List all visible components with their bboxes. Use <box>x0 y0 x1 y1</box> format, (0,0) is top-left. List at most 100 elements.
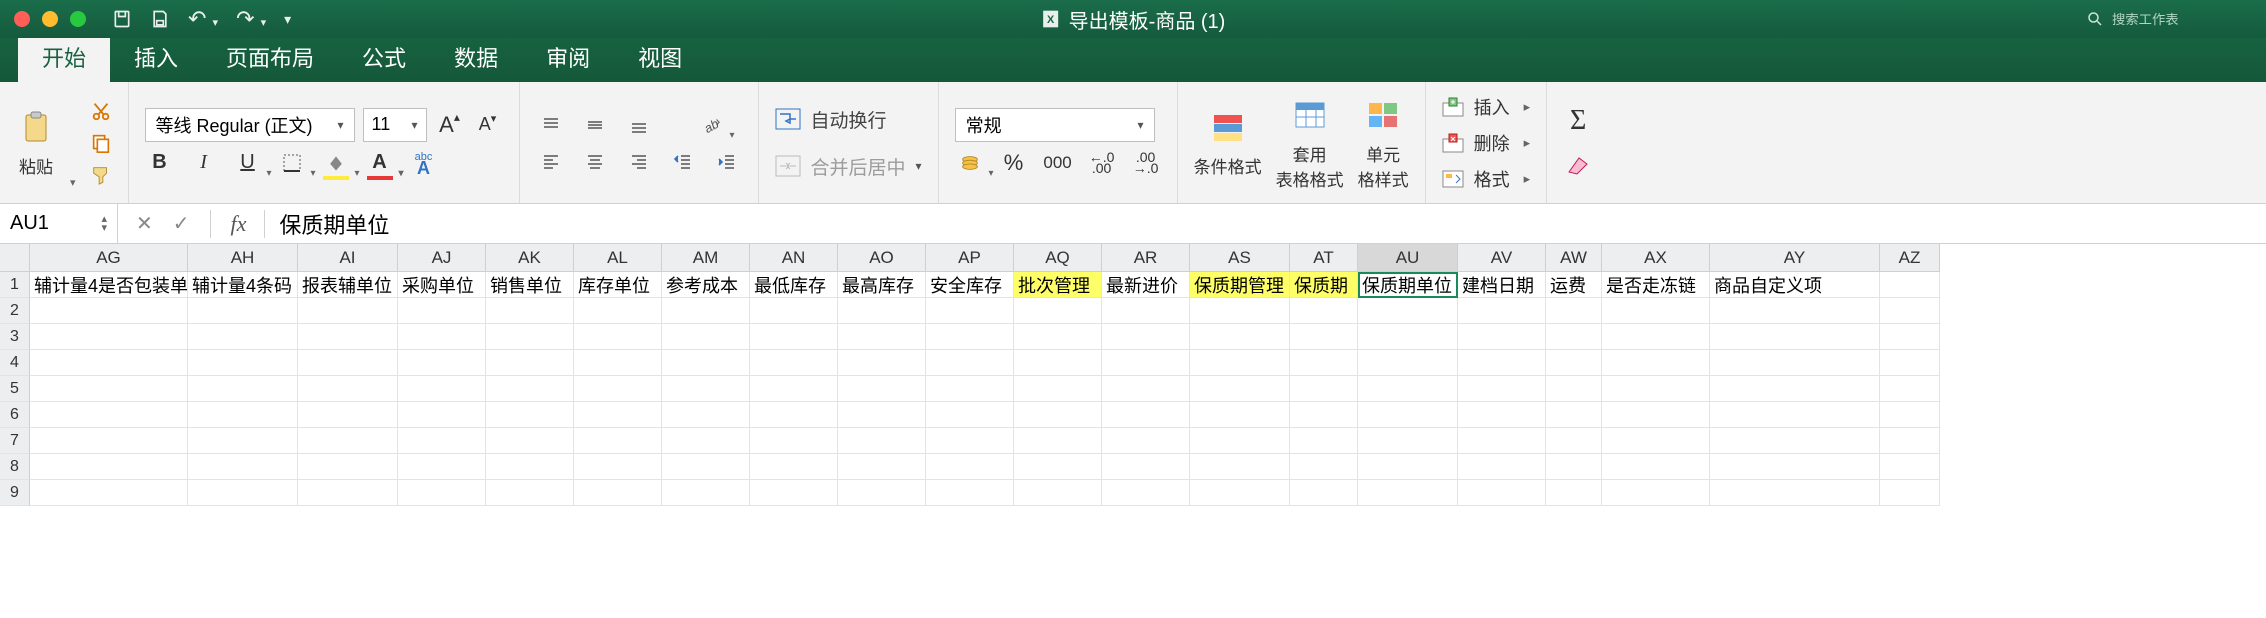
cell-AG9[interactable] <box>30 480 188 506</box>
cell-AP7[interactable] <box>926 428 1014 454</box>
col-header-AN[interactable]: AN <box>750 244 838 272</box>
cell-AL8[interactable] <box>574 454 662 480</box>
cell-AO4[interactable] <box>838 350 926 376</box>
cell-AR8[interactable] <box>1102 454 1190 480</box>
row-header-4[interactable]: 4 <box>0 350 30 376</box>
tab-review[interactable]: 审阅 <box>522 31 614 82</box>
cell-AX7[interactable] <box>1602 428 1710 454</box>
cell-AY8[interactable] <box>1710 454 1880 480</box>
cell-AH1[interactable]: 辅计量4条码 <box>188 272 298 298</box>
cell-AN2[interactable] <box>750 298 838 324</box>
cell-AG5[interactable] <box>30 376 188 402</box>
cell-AW3[interactable] <box>1546 324 1602 350</box>
cell-AH3[interactable] <box>188 324 298 350</box>
col-header-AY[interactable]: AY <box>1710 244 1880 272</box>
autosum-button[interactable]: Σ <box>1563 106 1593 136</box>
percent-format-button[interactable]: % <box>999 148 1029 178</box>
cell-styles-button[interactable]: 单元 格样式 <box>1358 95 1409 191</box>
cell-AN3[interactable] <box>750 324 838 350</box>
cell-AS9[interactable] <box>1190 480 1290 506</box>
cell-AS3[interactable] <box>1190 324 1290 350</box>
col-header-AQ[interactable]: AQ <box>1014 244 1102 272</box>
insert-cells-button[interactable]: 插入 <box>1442 94 1531 120</box>
cell-AJ2[interactable] <box>398 298 486 324</box>
cell-AP2[interactable] <box>926 298 1014 324</box>
cell-AX9[interactable] <box>1602 480 1710 506</box>
cell-AR6[interactable] <box>1102 402 1190 428</box>
cell-AY3[interactable] <box>1710 324 1880 350</box>
format-painter-icon[interactable] <box>90 164 112 186</box>
cell-AS4[interactable] <box>1190 350 1290 376</box>
col-header-AX[interactable]: AX <box>1602 244 1710 272</box>
format-cells-button[interactable]: 格式 <box>1442 166 1531 192</box>
cell-AS8[interactable] <box>1190 454 1290 480</box>
cell-AW2[interactable] <box>1546 298 1602 324</box>
maximize-button[interactable] <box>70 11 86 27</box>
cell-AU7[interactable] <box>1358 428 1458 454</box>
cell-AU9[interactable] <box>1358 480 1458 506</box>
cell-AO7[interactable] <box>838 428 926 454</box>
cell-AW8[interactable] <box>1546 454 1602 480</box>
cells-area[interactable]: 辅计量4是否包装单位辅计量4条码报表辅单位采购单位销售单位库存单位参考成本最低库… <box>30 272 2266 506</box>
merge-center-button[interactable]: 合并后居中 ▾ <box>775 153 922 180</box>
cell-AU2[interactable] <box>1358 298 1458 324</box>
cell-AQ2[interactable] <box>1014 298 1102 324</box>
cell-AT5[interactable] <box>1290 376 1358 402</box>
cell-AG4[interactable] <box>30 350 188 376</box>
cell-AW7[interactable] <box>1546 428 1602 454</box>
cancel-formula-button[interactable]: ✕ <box>136 211 153 236</box>
save-icon[interactable] <box>112 9 132 29</box>
cell-AT3[interactable] <box>1290 324 1358 350</box>
cell-AH6[interactable] <box>188 402 298 428</box>
cell-AZ7[interactable] <box>1880 428 1940 454</box>
row-header-1[interactable]: 1 <box>0 272 30 298</box>
cell-AG7[interactable] <box>30 428 188 454</box>
cell-AS7[interactable] <box>1190 428 1290 454</box>
col-header-AH[interactable]: AH <box>188 244 298 272</box>
increase-indent-button[interactable] <box>712 146 742 176</box>
cell-AV2[interactable] <box>1458 298 1546 324</box>
name-box[interactable]: AU1 ▴▾ <box>0 204 118 243</box>
cell-AM6[interactable] <box>662 402 750 428</box>
col-header-AS[interactable]: AS <box>1190 244 1290 272</box>
cell-AY1[interactable]: 商品自定义项 <box>1710 272 1880 298</box>
cell-AI6[interactable] <box>298 402 398 428</box>
cell-AY9[interactable] <box>1710 480 1880 506</box>
cell-AJ9[interactable] <box>398 480 486 506</box>
cell-AX2[interactable] <box>1602 298 1710 324</box>
cell-AT9[interactable] <box>1290 480 1358 506</box>
cell-AX8[interactable] <box>1602 454 1710 480</box>
format-as-table-button[interactable]: 套用 表格格式 <box>1276 95 1344 191</box>
cell-AP8[interactable] <box>926 454 1014 480</box>
cell-AQ7[interactable] <box>1014 428 1102 454</box>
cell-AL2[interactable] <box>574 298 662 324</box>
cell-AL4[interactable] <box>574 350 662 376</box>
cell-AG1[interactable]: 辅计量4是否包装单位 <box>30 272 188 298</box>
fill-color-button[interactable] <box>321 148 351 178</box>
col-header-AU[interactable]: AU <box>1358 244 1458 272</box>
tab-page-layout[interactable]: 页面布局 <box>202 31 338 82</box>
border-button[interactable] <box>277 148 307 178</box>
cell-AV7[interactable] <box>1458 428 1546 454</box>
increase-font-button[interactable]: A▴ <box>435 110 465 140</box>
cell-AX5[interactable] <box>1602 376 1710 402</box>
cell-AH5[interactable] <box>188 376 298 402</box>
cell-AU5[interactable] <box>1358 376 1458 402</box>
formula-input[interactable]: 保质期单位 <box>265 208 2266 240</box>
cell-AT8[interactable] <box>1290 454 1358 480</box>
cell-AM7[interactable] <box>662 428 750 454</box>
wrap-text-button[interactable]: 自动换行 <box>775 106 887 133</box>
cell-AQ9[interactable] <box>1014 480 1102 506</box>
cell-AY7[interactable] <box>1710 428 1880 454</box>
col-header-AG[interactable]: AG <box>30 244 188 272</box>
enter-formula-button[interactable]: ✓ <box>173 211 190 236</box>
minimize-button[interactable] <box>42 11 58 27</box>
cell-AJ6[interactable] <box>398 402 486 428</box>
tab-formulas[interactable]: 公式 <box>338 31 430 82</box>
align-middle-button[interactable] <box>580 110 610 140</box>
font-color-button[interactable]: A <box>365 148 395 178</box>
cell-AI8[interactable] <box>298 454 398 480</box>
cell-AZ8[interactable] <box>1880 454 1940 480</box>
row-header-7[interactable]: 7 <box>0 428 30 454</box>
cell-AL1[interactable]: 库存单位 <box>574 272 662 298</box>
